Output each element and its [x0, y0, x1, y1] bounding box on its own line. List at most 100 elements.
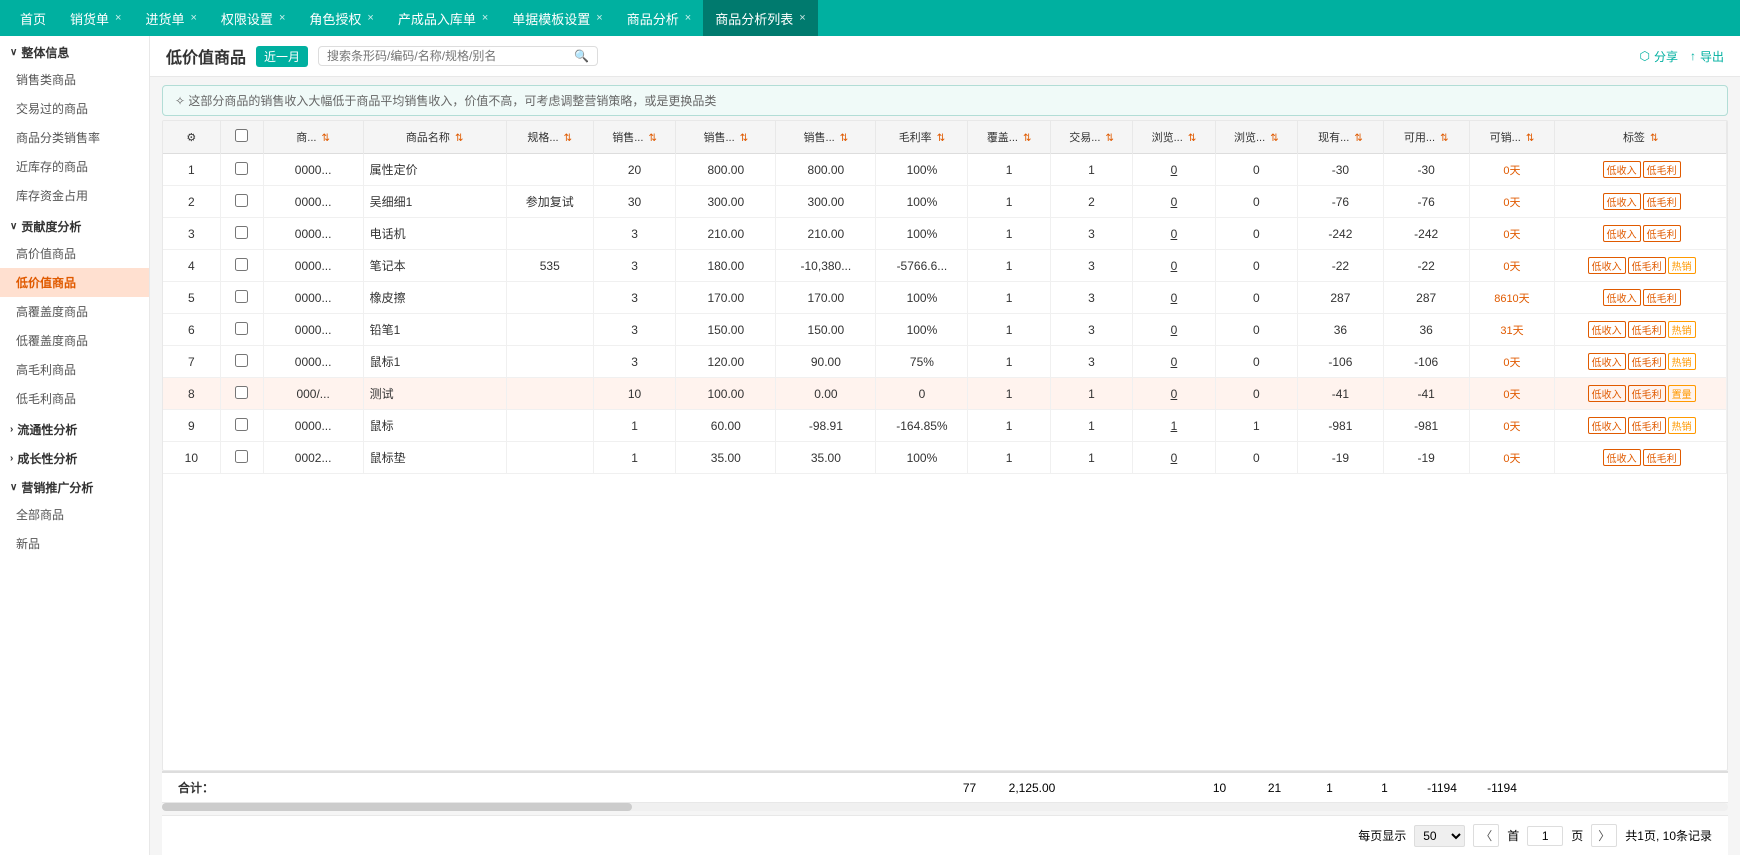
row-browse1[interactable]: 0: [1133, 186, 1215, 218]
table-row[interactable]: 7 0000... 鼠标1 3 120.00 90.00 75% 1 3 0 0…: [163, 346, 1727, 378]
sidebar-section-overall[interactable]: ∨整体信息: [0, 36, 149, 65]
col-header-spec[interactable]: 规格... ⇅: [506, 121, 593, 154]
sidebar-item-high-coverage[interactable]: 高覆盖度商品: [0, 297, 149, 326]
nav-product-warehouse[interactable]: 产成品入库单 ×: [386, 0, 500, 36]
table-row[interactable]: 9 0000... 鼠标 1 60.00 -98.91 -164.85% 1 1…: [163, 410, 1727, 442]
row-browse1[interactable]: 0: [1133, 218, 1215, 250]
close-icon[interactable]: ×: [799, 12, 805, 24]
nav-permissions[interactable]: 权限设置 ×: [209, 0, 297, 36]
col-header-tags[interactable]: 标签 ⇅: [1555, 121, 1727, 154]
browse-link[interactable]: 0: [1171, 259, 1178, 273]
sidebar-item-traded[interactable]: 交易过的商品: [0, 94, 149, 123]
select-all-checkbox[interactable]: [235, 129, 248, 142]
col-header-available[interactable]: 可用... ⇅: [1383, 121, 1469, 154]
search-input[interactable]: [327, 49, 570, 63]
browse-link[interactable]: 1: [1171, 419, 1178, 433]
row-check[interactable]: [220, 314, 263, 346]
horizontal-scrollbar-track[interactable]: [162, 803, 1728, 811]
close-icon[interactable]: ×: [596, 12, 602, 24]
row-check[interactable]: [220, 186, 263, 218]
row-browse1[interactable]: 0: [1133, 282, 1215, 314]
row-browse1[interactable]: 0: [1133, 154, 1215, 186]
sidebar-item-category-sales[interactable]: 商品分类销售率: [0, 123, 149, 152]
table-row[interactable]: 3 0000... 电话机 3 210.00 210.00 100% 1 3 0…: [163, 218, 1727, 250]
row-browse1[interactable]: 0: [1133, 250, 1215, 282]
close-icon[interactable]: ×: [482, 12, 488, 24]
row-checkbox[interactable]: [235, 386, 248, 399]
col-header-check[interactable]: [220, 121, 263, 154]
nav-template-settings[interactable]: 单据模板设置 ×: [500, 0, 614, 36]
col-header-coverage[interactable]: 覆盖... ⇅: [968, 121, 1050, 154]
time-filter-btn[interactable]: 近一月: [256, 46, 308, 67]
table-row[interactable]: 6 0000... 铅笔1 3 150.00 150.00 100% 1 3 0…: [163, 314, 1727, 346]
close-icon[interactable]: ×: [115, 12, 121, 24]
close-icon[interactable]: ×: [367, 12, 373, 24]
row-browse1[interactable]: 0: [1133, 378, 1215, 410]
browse-link[interactable]: 0: [1171, 323, 1178, 337]
row-check[interactable]: [220, 410, 263, 442]
share-btn[interactable]: ⬡ 分享: [1639, 48, 1678, 65]
col-header-code[interactable]: 商... ⇅: [263, 121, 363, 154]
page-number-input[interactable]: [1527, 826, 1563, 846]
row-browse1[interactable]: 1: [1133, 410, 1215, 442]
first-page-btn[interactable]: 〈: [1473, 824, 1499, 847]
row-browse1[interactable]: 0: [1133, 442, 1215, 474]
sidebar-item-new-products[interactable]: 新品: [0, 529, 149, 558]
col-header-stock[interactable]: 现有... ⇅: [1298, 121, 1384, 154]
export-btn[interactable]: ↑ 导出: [1690, 48, 1724, 65]
sidebar-item-all-products[interactable]: 全部商品: [0, 500, 149, 529]
sidebar-section-contribution[interactable]: ∨贡献度分析: [0, 210, 149, 239]
row-checkbox[interactable]: [235, 322, 248, 335]
per-page-select[interactable]: 50 100 200: [1414, 825, 1465, 847]
row-checkbox[interactable]: [235, 450, 248, 463]
browse-link[interactable]: 0: [1171, 451, 1178, 465]
row-check[interactable]: [220, 154, 263, 186]
close-icon[interactable]: ×: [685, 12, 691, 24]
sidebar-item-high-margin[interactable]: 高毛利商品: [0, 355, 149, 384]
row-checkbox[interactable]: [235, 194, 248, 207]
nav-role-auth[interactable]: 角色授权 ×: [297, 0, 385, 36]
browse-link[interactable]: 0: [1171, 227, 1178, 241]
horizontal-scrollbar-thumb[interactable]: [162, 803, 632, 811]
col-header-sale-amt[interactable]: 销售... ⇅: [676, 121, 776, 154]
col-header-name[interactable]: 商品名称 ⇅: [363, 121, 506, 154]
col-header-gross[interactable]: 毛利率 ⇅: [876, 121, 968, 154]
col-header-settings[interactable]: ⚙: [163, 121, 220, 154]
col-header-sell-days[interactable]: 可销... ⇅: [1469, 121, 1555, 154]
row-check[interactable]: [220, 378, 263, 410]
browse-link[interactable]: 0: [1171, 387, 1178, 401]
table-row[interactable]: 5 0000... 橡皮擦 3 170.00 170.00 100% 1 3 0…: [163, 282, 1727, 314]
next-page-btn[interactable]: 〉: [1591, 824, 1617, 847]
row-browse1[interactable]: 0: [1133, 314, 1215, 346]
sidebar-item-sales-products[interactable]: 销售类商品: [0, 65, 149, 94]
row-checkbox[interactable]: [235, 354, 248, 367]
row-check[interactable]: [220, 442, 263, 474]
nav-sales[interactable]: 销货单 ×: [58, 0, 133, 36]
nav-home[interactable]: 首页: [8, 0, 58, 36]
data-table-container[interactable]: ⚙ 商... ⇅ 商品名称 ⇅ 规格... ⇅ 销售... ⇅ 销售... ⇅ …: [162, 120, 1728, 771]
table-row[interactable]: 10 0002... 鼠标垫 1 35.00 35.00 100% 1 1 0 …: [163, 442, 1727, 474]
col-header-sale-qty[interactable]: 销售... ⇅: [593, 121, 675, 154]
sidebar-section-circulation[interactable]: ›流通性分析: [0, 413, 149, 442]
nav-purchase[interactable]: 进货单 ×: [133, 0, 208, 36]
table-row[interactable]: 8 000/... 测试 10 100.00 0.00 0 1 1 0 0 -4…: [163, 378, 1727, 410]
sidebar-item-low-coverage[interactable]: 低覆盖度商品: [0, 326, 149, 355]
row-browse1[interactable]: 0: [1133, 346, 1215, 378]
browse-link[interactable]: 0: [1171, 195, 1178, 209]
table-row[interactable]: 1 0000... 属性定价 20 800.00 800.00 100% 1 1…: [163, 154, 1727, 186]
row-check[interactable]: [220, 218, 263, 250]
row-check[interactable]: [220, 250, 263, 282]
nav-product-analysis[interactable]: 商品分析 ×: [615, 0, 703, 36]
nav-product-analysis-list[interactable]: 商品分析列表 ×: [703, 0, 817, 36]
col-header-browse2[interactable]: 浏览... ⇅: [1215, 121, 1297, 154]
sidebar-section-growth[interactable]: ›成长性分析: [0, 442, 149, 471]
sidebar-item-low-value[interactable]: 低价值商品: [0, 268, 149, 297]
table-row[interactable]: 4 0000... 笔记本 535 3 180.00 -10,380... -5…: [163, 250, 1727, 282]
sidebar-item-near-stock[interactable]: 近库存的商品: [0, 152, 149, 181]
col-header-sale2[interactable]: 销售... ⇅: [776, 121, 876, 154]
search-icon[interactable]: 🔍: [574, 49, 589, 63]
sidebar-section-marketing[interactable]: ∨营销推广分析: [0, 471, 149, 500]
col-header-browse1[interactable]: 浏览... ⇅: [1133, 121, 1215, 154]
row-checkbox[interactable]: [235, 226, 248, 239]
row-check[interactable]: [220, 346, 263, 378]
